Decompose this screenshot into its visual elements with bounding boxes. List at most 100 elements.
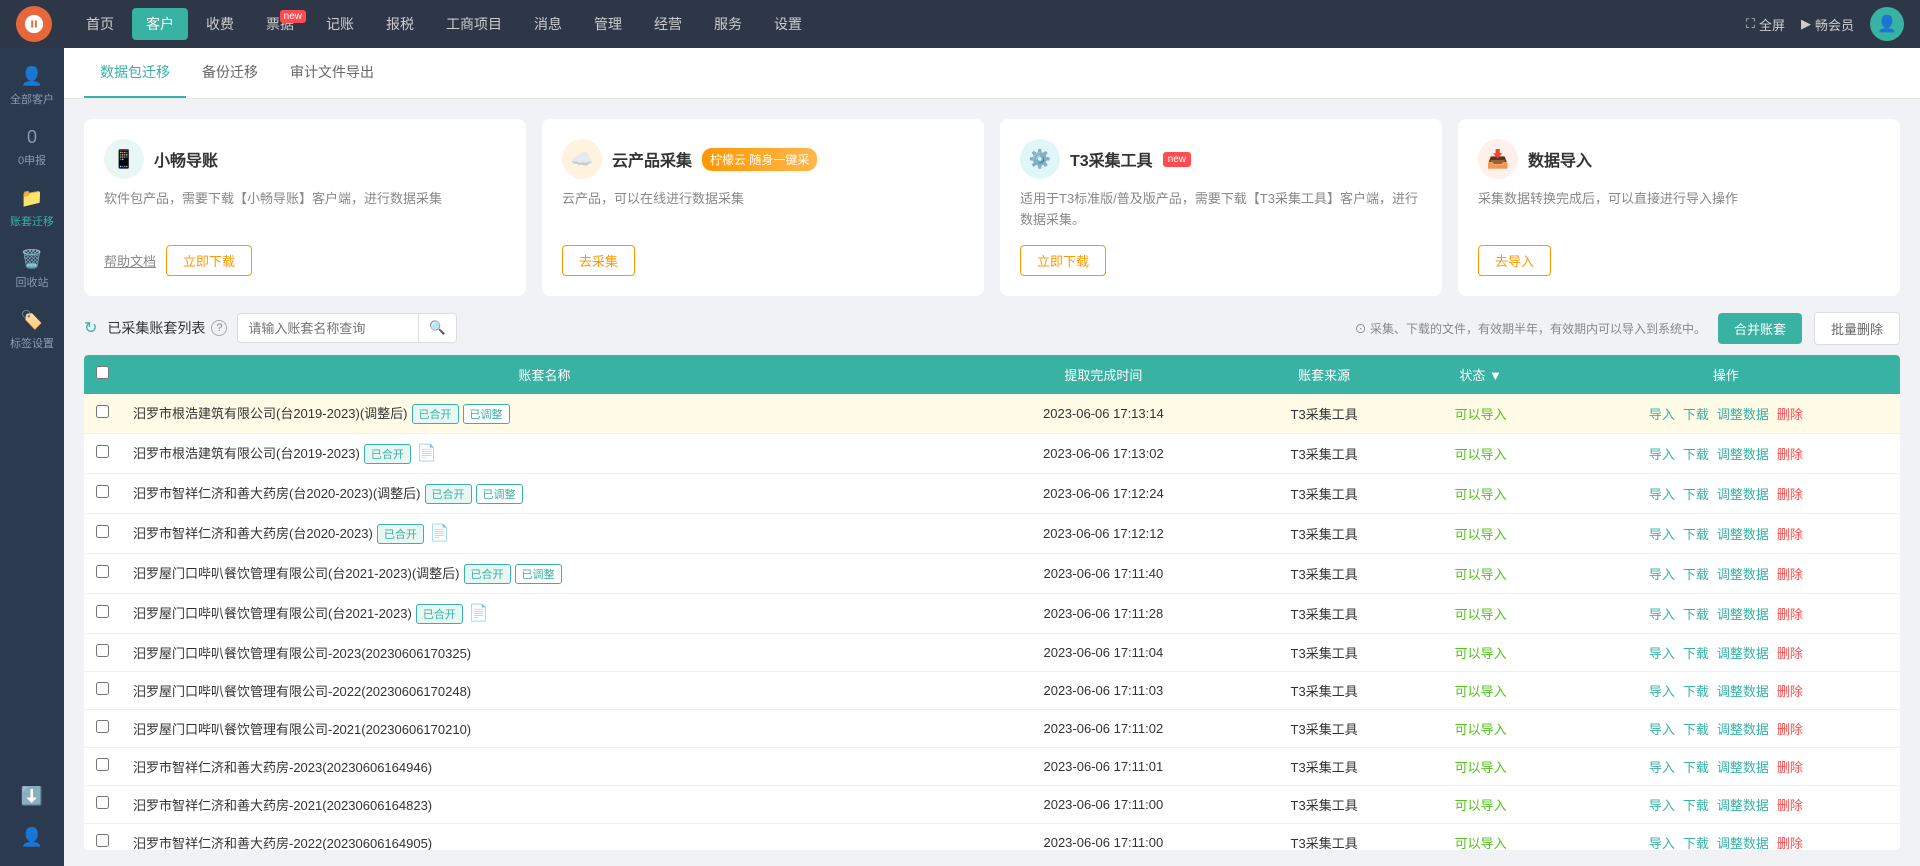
import-go-btn[interactable]: 去导入 bbox=[1478, 245, 1551, 276]
select-all-checkbox[interactable] bbox=[96, 366, 109, 379]
row-action-导入[interactable]: 导入 bbox=[1649, 646, 1675, 661]
row-action-下载[interactable]: 下载 bbox=[1683, 836, 1709, 850]
batch-delete-btn[interactable]: 批量删除 bbox=[1814, 312, 1900, 345]
row-action-下载[interactable]: 下载 bbox=[1683, 527, 1709, 542]
row-action-调整数据[interactable]: 调整数据 bbox=[1717, 607, 1769, 622]
row-action-删除[interactable]: 删除 bbox=[1777, 646, 1803, 661]
nav-invoice[interactable]: 票据 new bbox=[252, 8, 308, 40]
search-input[interactable] bbox=[238, 316, 418, 341]
row-action-导入[interactable]: 导入 bbox=[1649, 487, 1675, 502]
refresh-icon[interactable]: ↻ bbox=[84, 318, 97, 338]
row-action-调整数据[interactable]: 调整数据 bbox=[1717, 527, 1769, 542]
row-action-调整数据[interactable]: 调整数据 bbox=[1717, 798, 1769, 813]
nav-home[interactable]: 首页 bbox=[72, 8, 128, 40]
row-action-调整数据[interactable]: 调整数据 bbox=[1717, 447, 1769, 462]
row-action-下载[interactable]: 下载 bbox=[1683, 607, 1709, 622]
row-checkbox[interactable] bbox=[96, 485, 109, 498]
row-action-导入[interactable]: 导入 bbox=[1649, 722, 1675, 737]
nav-business[interactable]: 工商项目 bbox=[432, 8, 516, 40]
row-action-下载[interactable]: 下载 bbox=[1683, 722, 1709, 737]
help-icon[interactable]: ? bbox=[211, 320, 227, 336]
file-icon[interactable]: 📄 bbox=[417, 445, 437, 462]
row-action-删除[interactable]: 删除 bbox=[1777, 527, 1803, 542]
row-checkbox[interactable] bbox=[96, 405, 109, 418]
row-action-删除[interactable]: 删除 bbox=[1777, 684, 1803, 699]
row-action-调整数据[interactable]: 调整数据 bbox=[1717, 836, 1769, 850]
row-checkbox[interactable] bbox=[96, 525, 109, 538]
row-checkbox[interactable] bbox=[96, 720, 109, 733]
row-checkbox[interactable] bbox=[96, 445, 109, 458]
fullscreen-button[interactable]: ⛶ 全屏 bbox=[1746, 15, 1785, 34]
row-action-导入[interactable]: 导入 bbox=[1649, 836, 1675, 850]
nav-settings[interactable]: 设置 bbox=[760, 8, 816, 40]
row-action-调整数据[interactable]: 调整数据 bbox=[1717, 722, 1769, 737]
sidebar-item-user[interactable]: 👤 bbox=[15, 817, 49, 858]
row-action-调整数据[interactable]: 调整数据 bbox=[1717, 407, 1769, 422]
row-action-调整数据[interactable]: 调整数据 bbox=[1717, 646, 1769, 661]
t3-download-btn[interactable]: 立即下载 bbox=[1020, 245, 1106, 276]
row-action-下载[interactable]: 下载 bbox=[1683, 447, 1709, 462]
nav-message[interactable]: 消息 bbox=[520, 8, 576, 40]
row-action-下载[interactable]: 下载 bbox=[1683, 567, 1709, 582]
row-action-导入[interactable]: 导入 bbox=[1649, 567, 1675, 582]
tab-audit-export[interactable]: 审计文件导出 bbox=[274, 48, 390, 98]
row-checkbox[interactable] bbox=[96, 565, 109, 578]
xiaochangdao-help-link[interactable]: 帮助文档 bbox=[104, 251, 156, 270]
sidebar-item-trash[interactable]: 🗑️ 回收站 bbox=[0, 239, 64, 300]
tab-data-migration[interactable]: 数据包迁移 bbox=[84, 48, 186, 98]
file-icon[interactable]: 📄 bbox=[469, 605, 489, 622]
user-avatar[interactable]: 👤 bbox=[1870, 7, 1904, 41]
row-action-删除[interactable]: 删除 bbox=[1777, 836, 1803, 850]
row-action-删除[interactable]: 删除 bbox=[1777, 487, 1803, 502]
row-action-删除[interactable]: 删除 bbox=[1777, 567, 1803, 582]
nav-tax[interactable]: 报税 bbox=[372, 8, 428, 40]
row-checkbox[interactable] bbox=[96, 682, 109, 695]
nav-operation[interactable]: 经营 bbox=[640, 8, 696, 40]
nav-accounting[interactable]: 记账 bbox=[312, 8, 368, 40]
row-action-删除[interactable]: 删除 bbox=[1777, 722, 1803, 737]
row-action-调整数据[interactable]: 调整数据 bbox=[1717, 760, 1769, 775]
row-action-导入[interactable]: 导入 bbox=[1649, 527, 1675, 542]
row-action-调整数据[interactable]: 调整数据 bbox=[1717, 567, 1769, 582]
member-button[interactable]: ▶ 畅会员 bbox=[1801, 15, 1854, 34]
nav-service[interactable]: 服务 bbox=[700, 8, 756, 40]
row-action-导入[interactable]: 导入 bbox=[1649, 798, 1675, 813]
search-button[interactable]: 🔍 bbox=[418, 314, 456, 342]
row-action-导入[interactable]: 导入 bbox=[1649, 760, 1675, 775]
row-action-下载[interactable]: 下载 bbox=[1683, 487, 1709, 502]
row-checkbox[interactable] bbox=[96, 758, 109, 771]
cloud-collect-btn[interactable]: 去采集 bbox=[562, 245, 635, 276]
row-action-调整数据[interactable]: 调整数据 bbox=[1717, 684, 1769, 699]
nav-billing[interactable]: 收费 bbox=[192, 8, 248, 40]
row-checkbox[interactable] bbox=[96, 605, 109, 618]
row-checkbox[interactable] bbox=[96, 796, 109, 809]
row-action-下载[interactable]: 下载 bbox=[1683, 798, 1709, 813]
sidebar-item-zero-report[interactable]: 0 0申报 bbox=[0, 117, 64, 178]
xiaochangdao-download-btn[interactable]: 立即下载 bbox=[166, 245, 252, 276]
row-checkbox[interactable] bbox=[96, 834, 109, 847]
row-action-删除[interactable]: 删除 bbox=[1777, 607, 1803, 622]
nav-client[interactable]: 客户 bbox=[132, 8, 188, 40]
sidebar-item-account-migration[interactable]: 📁 账套迁移 bbox=[0, 178, 64, 239]
row-action-导入[interactable]: 导入 bbox=[1649, 607, 1675, 622]
row-checkbox[interactable] bbox=[96, 644, 109, 657]
row-action-删除[interactable]: 删除 bbox=[1777, 798, 1803, 813]
row-action-下载[interactable]: 下载 bbox=[1683, 646, 1709, 661]
row-action-下载[interactable]: 下载 bbox=[1683, 684, 1709, 699]
app-logo[interactable] bbox=[16, 6, 52, 42]
row-action-下载[interactable]: 下载 bbox=[1683, 407, 1709, 422]
nav-management[interactable]: 管理 bbox=[580, 8, 636, 40]
sidebar-item-tag-settings[interactable]: 🏷️ 标签设置 bbox=[0, 300, 64, 361]
sidebar-item-download[interactable]: ⬇️ bbox=[15, 776, 49, 817]
row-action-删除[interactable]: 删除 bbox=[1777, 447, 1803, 462]
row-action-删除[interactable]: 删除 bbox=[1777, 760, 1803, 775]
row-action-调整数据[interactable]: 调整数据 bbox=[1717, 487, 1769, 502]
row-action-导入[interactable]: 导入 bbox=[1649, 447, 1675, 462]
sidebar-item-all-clients[interactable]: 👤 全部客户 bbox=[0, 56, 64, 117]
row-action-下载[interactable]: 下载 bbox=[1683, 760, 1709, 775]
tab-backup-migration[interactable]: 备份迁移 bbox=[186, 48, 274, 98]
row-action-导入[interactable]: 导入 bbox=[1649, 407, 1675, 422]
row-action-删除[interactable]: 删除 bbox=[1777, 407, 1803, 422]
merge-account-btn[interactable]: 合并账套 bbox=[1718, 313, 1802, 344]
file-icon[interactable]: 📄 bbox=[430, 525, 450, 542]
